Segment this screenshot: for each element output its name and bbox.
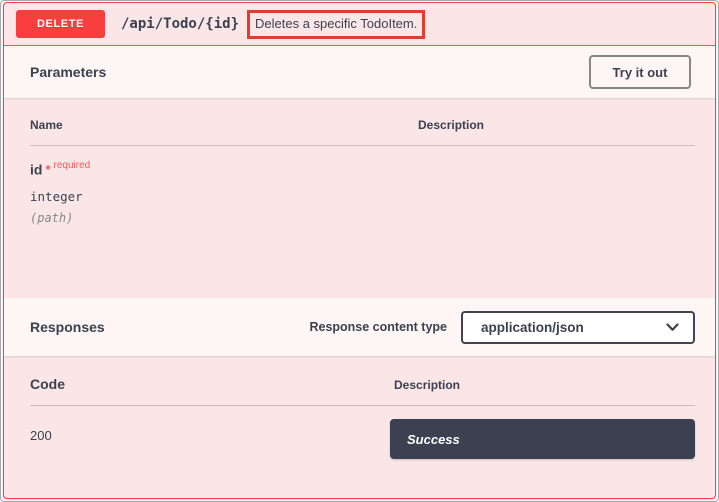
- parameters-title: Parameters: [30, 64, 107, 80]
- response-code: 200: [30, 428, 52, 443]
- response-row: 200 Success: [30, 406, 695, 459]
- endpoint-description: Deletes a specific TodoItem.: [255, 15, 418, 31]
- responses-section-header: Responses Response content type applicat…: [4, 298, 715, 356]
- endpoint-path: /api/Todo/{id}: [121, 16, 240, 32]
- http-method-badge: DELETE: [16, 10, 105, 38]
- responses-code-header: Code: [30, 376, 65, 392]
- parameter-row: id * required integer (path): [30, 146, 695, 225]
- parameter-name: id: [30, 161, 43, 178]
- parameters-description-header: Description: [418, 118, 485, 132]
- responses-table-headers: Code Description: [30, 376, 695, 406]
- responses-description-header: Description: [394, 378, 461, 392]
- endpoint-panel: DELETE /api/Todo/{id} Deletes a specific…: [0, 0, 719, 502]
- required-star: *: [45, 162, 51, 178]
- chevron-down-icon: [666, 322, 679, 332]
- response-content-type-value: application/json: [481, 319, 584, 335]
- annotation-highlight-box: Deletes a specific TodoItem.: [247, 9, 426, 39]
- parameter-location: (path): [30, 211, 74, 226]
- parameters-name-header: Name: [30, 118, 63, 132]
- response-content-type-select[interactable]: application/json: [461, 310, 695, 344]
- parameters-section-header: Parameters Try it out: [4, 46, 715, 98]
- parameters-table-headers: Name Description: [30, 118, 695, 146]
- try-it-out-button[interactable]: Try it out: [589, 55, 691, 89]
- response-content-type-label: Response content type: [309, 320, 447, 334]
- parameter-name-cell: id * required: [30, 160, 695, 179]
- response-description-text: Success: [407, 431, 460, 447]
- responses-title: Responses: [30, 319, 105, 335]
- parameters-table: Name Description id * required integer (pa…: [4, 98, 715, 298]
- endpoint-summary-row[interactable]: DELETE /api/Todo/{id} Deletes a specific…: [4, 3, 715, 46]
- responses-table: Code Description 200 Success: [4, 356, 715, 498]
- opblock-delete: DELETE /api/Todo/{id} Deletes a specific…: [3, 2, 716, 499]
- response-content-type-group: Response content type application/json: [309, 310, 695, 344]
- parameter-type: integer: [30, 189, 83, 205]
- response-description-box: Success: [390, 419, 695, 459]
- required-label: required: [53, 160, 91, 171]
